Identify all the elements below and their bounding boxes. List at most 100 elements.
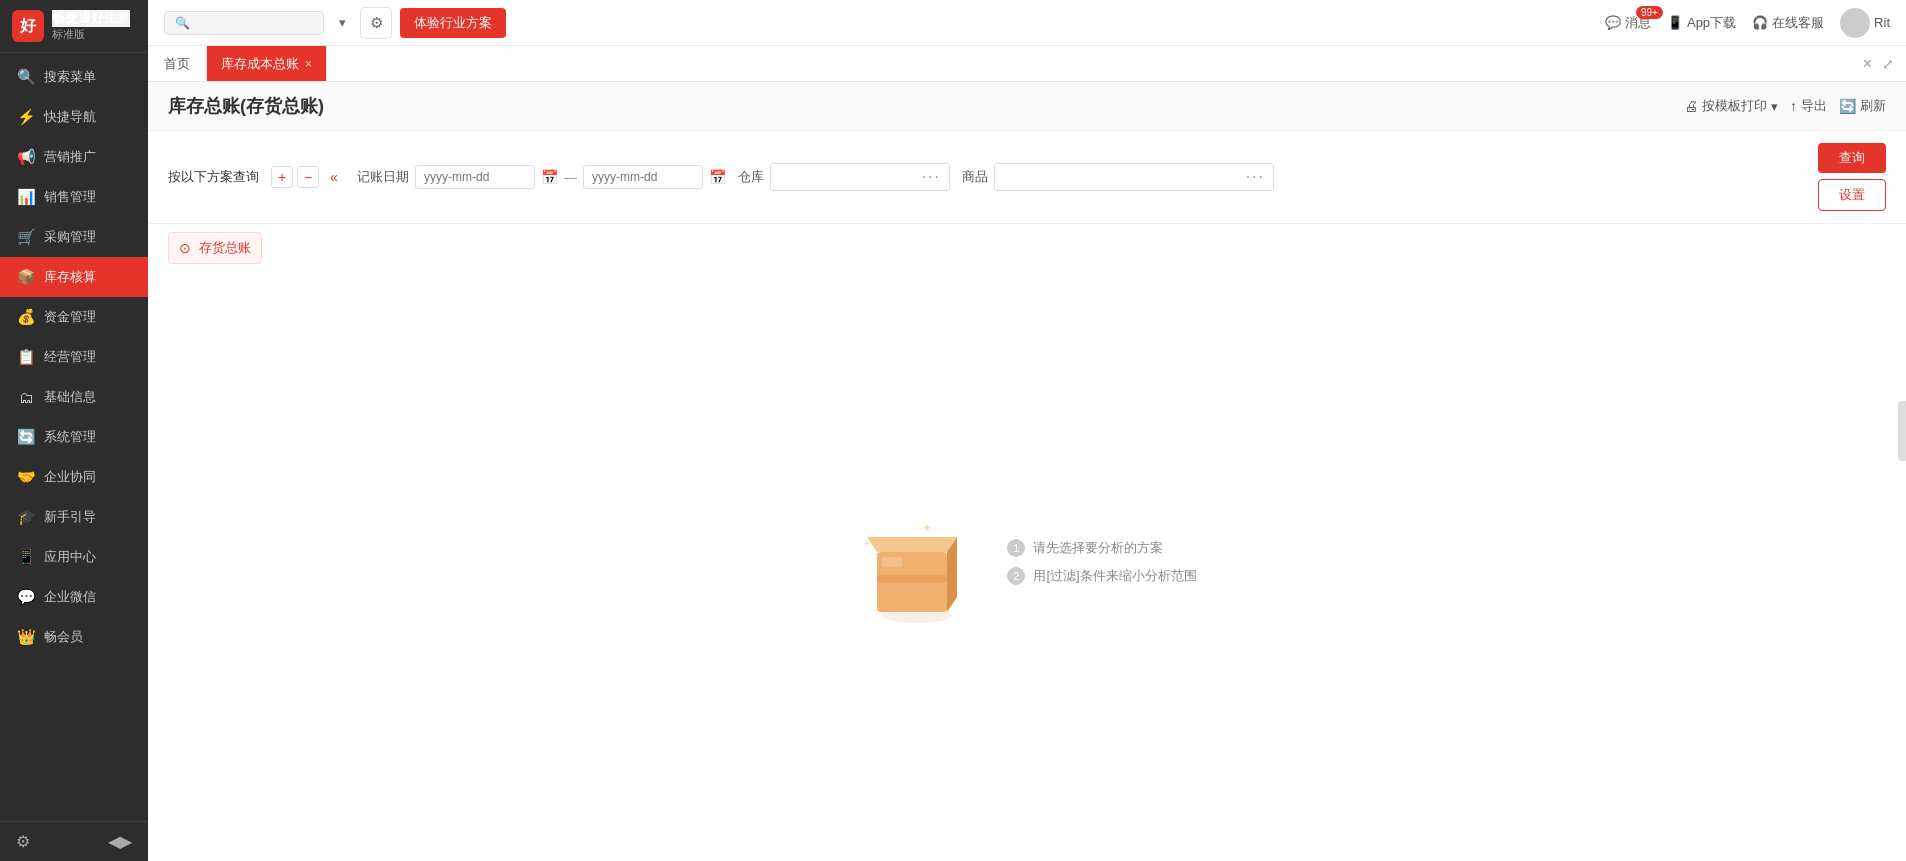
date-separator: — (564, 170, 577, 185)
scheme-list: ⊙ 存货总账 (148, 224, 1906, 272)
empty-hint-1: 1 请先选择要分析的方案 (1007, 539, 1196, 557)
filter-date-field: 记账日期 📅 — 📅 (357, 165, 726, 189)
scheme-name: 存货总账 (199, 239, 251, 257)
sidebar-item-business[interactable]: 📋 经营管理 (0, 337, 148, 377)
tabbar: 首页 库存成本总账 × × ⤢ (148, 46, 1906, 82)
topbar-dropdown-icon[interactable]: ▾ (332, 13, 352, 33)
inventory-icon: 📦 (16, 267, 36, 287)
sidebar-item-sales[interactable]: 📊 销售管理 (0, 177, 148, 217)
sidebar-collapse-icon[interactable]: ◀▶ (108, 832, 132, 851)
export-btn[interactable]: ↑ 导出 (1790, 97, 1827, 115)
warehouse-select-dots: ··· (922, 168, 941, 186)
sidebar-item-cooperation[interactable]: 🤝 企业协同 (0, 457, 148, 497)
filter-collapse-btn[interactable]: « (323, 166, 345, 188)
product-select[interactable]: ··· (994, 163, 1274, 191)
business-icon: 📋 (16, 347, 36, 367)
tab-home-label: 首页 (164, 55, 190, 73)
main-area: 🔍 ▾ ⚙ 体验行业方案 💬 消息 99+ 📱 App下载 🎧 在线客服 (148, 0, 1906, 861)
topbar-search-icon: 🔍 (175, 16, 190, 30)
message-btn[interactable]: 💬 消息 99+ (1605, 14, 1651, 32)
date-end-input[interactable] (583, 165, 703, 189)
right-panel-hint[interactable] (1898, 401, 1906, 461)
filter-add-btns: + − « (271, 166, 345, 188)
sidebar-item-system[interactable]: 🔄 系统管理 (0, 417, 148, 457)
sidebar-item-quick-nav[interactable]: ⚡ 快捷导航 (0, 97, 148, 137)
date-end-calendar-icon[interactable]: 📅 (709, 169, 726, 185)
sidebar-item-marketing[interactable]: 📢 营销推广 (0, 137, 148, 177)
print-btn[interactable]: 🖨 按模板打印 ▾ (1684, 97, 1778, 115)
filter-warehouse-label: 仓库 (738, 168, 764, 186)
sidebar-item-member[interactable]: 👑 畅会员 (0, 617, 148, 657)
date-start-input[interactable] (415, 165, 535, 189)
message-icon: 💬 (1605, 15, 1621, 30)
sidebar-item-cooperation-label: 企业协同 (44, 468, 96, 486)
settings-btn[interactable]: 设置 (1818, 179, 1886, 211)
username: Rit (1874, 15, 1890, 30)
topbar-search-box[interactable]: 🔍 (164, 11, 324, 35)
sidebar-item-business-label: 经营管理 (44, 348, 96, 366)
sidebar-item-finance[interactable]: 💰 资金管理 (0, 297, 148, 337)
app-name: 畅捷通好生意 (52, 10, 130, 27)
page-title: 库存总账(存货总账) (168, 94, 324, 118)
sidebar-item-purchase[interactable]: 🛒 采购管理 (0, 217, 148, 257)
tab-right-actions: × ⤢ (1857, 55, 1906, 73)
tab-inventory-ledger-label: 库存成本总账 (221, 55, 299, 73)
sparkle-1: ✦ (922, 521, 932, 535)
filter-add-btn[interactable]: + (271, 166, 293, 188)
sidebar-item-inventory-label: 库存核算 (44, 268, 96, 286)
message-badge: 99+ (1636, 6, 1663, 19)
sidebar-item-apps[interactable]: 📱 应用中心 (0, 537, 148, 577)
member-icon: 👑 (16, 627, 36, 647)
filter-remove-btn[interactable]: − (297, 166, 319, 188)
filter-area: 按以下方案查询 + − « 记账日期 📅 — 📅 仓库 (148, 131, 1906, 224)
export-icon: ↑ (1790, 98, 1797, 114)
sidebar-item-quick-nav-label: 快捷导航 (44, 108, 96, 126)
sidebar-nav: 🔍 搜索菜单 ⚡ 快捷导航 📢 营销推广 📊 销售管理 🛒 采购管理 📦 库存核… (0, 53, 148, 821)
sidebar-item-search-label: 搜索菜单 (44, 68, 96, 86)
empty-hint-2: 2 用[过滤]条件来缩小分析范围 (1007, 567, 1196, 585)
sidebar-item-newbie[interactable]: 🎓 新手引导 (0, 497, 148, 537)
date-start-calendar-icon[interactable]: 📅 (541, 169, 558, 185)
warehouse-select[interactable]: ··· (770, 163, 950, 191)
sales-icon: 📊 (16, 187, 36, 207)
sidebar-item-inventory[interactable]: 📦 库存核算 (0, 257, 148, 297)
tab-inventory-ledger[interactable]: 库存成本总账 × (207, 46, 327, 81)
sidebar-item-search[interactable]: 🔍 搜索菜单 (0, 57, 148, 97)
refresh-btn[interactable]: 🔄 刷新 (1839, 97, 1886, 115)
filter-btn-group: 查询 设置 (1818, 143, 1886, 211)
sidebar-settings-icon[interactable]: ⚙ (16, 832, 30, 851)
finance-icon: 💰 (16, 307, 36, 327)
empty-text-list: 1 请先选择要分析的方案 2 用[过滤]条件来缩小分析范围 (1007, 539, 1196, 595)
window-resize-btn[interactable]: ⤢ (1878, 56, 1898, 72)
window-close-btn[interactable]: × (1857, 55, 1878, 73)
sidebar-logo: 好 畅捷通好生意 标准版 (0, 0, 148, 53)
tab-home[interactable]: 首页 (148, 46, 207, 81)
sidebar-item-finance-label: 资金管理 (44, 308, 96, 326)
online-service-btn[interactable]: 🎧 在线客服 (1752, 14, 1824, 32)
sidebar-item-sales-label: 销售管理 (44, 188, 96, 206)
scheme-icon: ⊙ (179, 240, 191, 256)
app-download-btn[interactable]: 📱 App下载 (1667, 14, 1736, 32)
sidebar-item-wechat[interactable]: 💬 企业微信 (0, 577, 148, 617)
topbar-gear-btn[interactable]: ⚙ (360, 7, 392, 39)
headset-icon: 🎧 (1752, 15, 1768, 30)
sidebar-item-system-label: 系统管理 (44, 428, 96, 446)
empty-illustration: ✦ ✦ (857, 507, 977, 627)
trial-btn[interactable]: 体验行业方案 (400, 8, 506, 38)
box-tape (877, 575, 947, 583)
cooperation-icon: 🤝 (16, 467, 36, 487)
sidebar-item-basic-label: 基础信息 (44, 388, 96, 406)
sidebar-item-basic[interactable]: 🗂 基础信息 (0, 377, 148, 417)
sidebar-item-wechat-label: 企业微信 (44, 588, 96, 606)
sidebar: 好 畅捷通好生意 标准版 🔍 搜索菜单 ⚡ 快捷导航 📢 营销推广 📊 销售管理… (0, 0, 148, 861)
marketing-icon: 📢 (16, 147, 36, 167)
query-btn[interactable]: 查询 (1818, 143, 1886, 173)
app-version: 标准版 (52, 27, 130, 41)
search-icon: 🔍 (16, 67, 36, 87)
tab-close-icon[interactable]: × (305, 57, 312, 71)
sidebar-item-apps-label: 应用中心 (44, 548, 96, 566)
scheme-item-inventory[interactable]: ⊙ 存货总账 (168, 232, 262, 264)
user-avatar-area[interactable]: Rit (1840, 8, 1890, 38)
box-top-face (867, 537, 957, 552)
wechat-icon: 💬 (16, 587, 36, 607)
